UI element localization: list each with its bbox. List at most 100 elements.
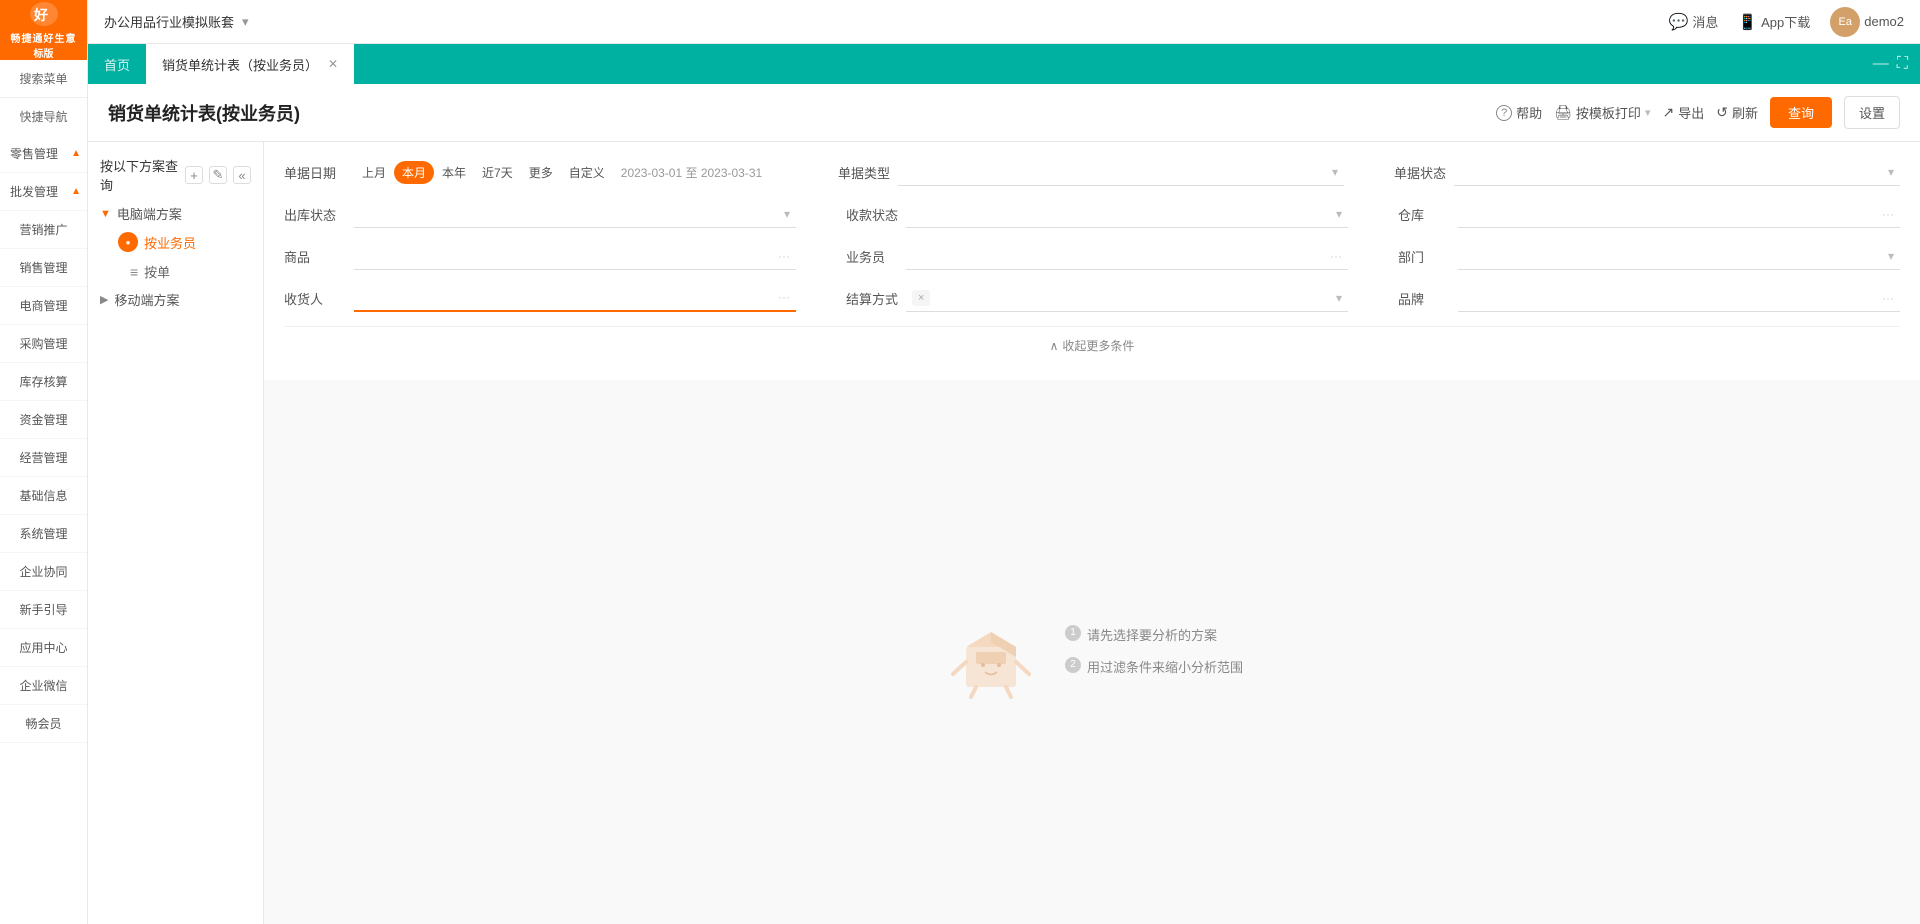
scheme-edit-btn[interactable]: ✎ (209, 166, 227, 184)
department-dropdown-icon[interactable]: ▾ (1888, 249, 1894, 263)
brand-field[interactable]: ··· (1458, 284, 1900, 312)
tab-minimize-icon[interactable]: — (1873, 55, 1889, 73)
sidebar-item-newbie[interactable]: 新手引导 (0, 591, 87, 629)
workspace-dropdown-icon[interactable]: ▾ (242, 14, 249, 30)
query-button[interactable]: 查询 (1770, 97, 1832, 128)
sidebar-item-business-label: 经营管理 (19, 451, 67, 465)
sidebar-item-newbie-label: 新手引导 (19, 603, 67, 617)
doc-type-dropdown-icon[interactable]: ▾ (1332, 165, 1338, 179)
scheme-folder-mobile[interactable]: ▶ 移动端方案 (88, 286, 263, 313)
doc-type-field[interactable]: ▾ (898, 158, 1344, 186)
scheme-sub-item-label: 按单 (144, 262, 170, 281)
print-dropdown-icon[interactable]: ▾ (1645, 106, 1651, 119)
user-action[interactable]: Ea demo2 (1830, 7, 1904, 37)
page-header-actions: ? 帮助 🖨 按模板打印 ▾ ↗ 导出 ↺ 刷新 查询 设置 (1496, 96, 1900, 141)
sidebar-item-wechat[interactable]: 企业微信 (0, 667, 87, 705)
sidebar-item-ecommerce-label: 电商管理 (19, 299, 67, 313)
main-content: 按以下方案查询 + ✎ « ▼ 电脑端方案 ● 按业务员 (88, 142, 1920, 924)
sidebar-item-marketing-label: 营销推广 (19, 223, 67, 237)
sidebar-item-member[interactable]: 畅会员 (0, 705, 87, 743)
sidebar-item-marketing[interactable]: 营销推广 (0, 211, 87, 249)
salesperson-field[interactable]: ··· (906, 242, 1348, 270)
sidebar-item-purchase[interactable]: 采购管理 (0, 325, 87, 363)
scheme-item-icon: ● (118, 232, 138, 252)
sidebar-item-sales[interactable]: 销售管理 (0, 249, 87, 287)
app-download-action[interactable]: 📱 App下载 (1738, 12, 1810, 31)
receiver-more-icon[interactable]: ··· (778, 290, 790, 304)
sidebar-item-member-label: 畅会员 (25, 717, 61, 731)
scheme-add-btn[interactable]: + (185, 166, 203, 184)
search-menu-btn[interactable]: 搜索菜单 (0, 60, 87, 98)
help-btn[interactable]: ? 帮助 (1496, 103, 1542, 122)
date-btn-this-year[interactable]: 本年 (434, 161, 474, 184)
tip-num-2: 2 (1065, 657, 1081, 673)
payment-status-dropdown-icon[interactable]: ▾ (1336, 207, 1342, 221)
avatar: Ea (1830, 7, 1860, 37)
date-btn-last-month[interactable]: 上月 (354, 161, 394, 184)
refresh-btn[interactable]: ↺ 刷新 (1716, 103, 1758, 122)
sidebar-item-wholesale[interactable]: 批发管理 ▲ (0, 173, 87, 211)
sidebar-item-inventory[interactable]: 库存核算 (0, 363, 87, 401)
tab-close-icon[interactable]: ✕ (328, 57, 338, 71)
salesperson-more-icon[interactable]: ··· (1330, 249, 1342, 263)
empty-tip-1: 1 请先选择要分析的方案 (1065, 623, 1243, 649)
scheme-item-by-salesperson[interactable]: ● 按业务员 (88, 227, 263, 257)
sidebar-item-retail[interactable]: 零售管理 ▲ (0, 135, 87, 173)
scheme-folder-mobile-label: 移动端方案 (114, 290, 179, 309)
department-field[interactable]: ▾ (1458, 242, 1900, 270)
date-btn-7days[interactable]: 近7天 (474, 161, 521, 184)
avatar-initials: Ea (1839, 16, 1852, 28)
sidebar-item-finance[interactable]: 资金管理 (0, 401, 87, 439)
print-btn[interactable]: 🖨 按模板打印 ▾ (1554, 103, 1650, 122)
sidebar-item-wholesale-label: 批发管理 (10, 183, 58, 200)
warehouse-field[interactable]: ··· (1458, 200, 1900, 228)
search-menu-label: 搜索菜单 (8, 70, 79, 87)
product-more-icon[interactable]: ··· (778, 249, 790, 263)
payment-status-field[interactable]: ▾ (906, 200, 1348, 228)
settlement-tag-close[interactable]: × (918, 292, 924, 304)
help-icon: ? (1496, 105, 1512, 121)
out-status-field[interactable]: ▾ (354, 200, 796, 228)
doc-status-dropdown-icon[interactable]: ▾ (1888, 165, 1894, 179)
date-btn-more[interactable]: 更多 (521, 161, 561, 184)
tab-sales-stats[interactable]: 销货单统计表（按业务员） ✕ (146, 44, 354, 84)
app-download-icon: 📱 (1738, 13, 1757, 31)
empty-tip-1-text: 请先选择要分析的方案 (1087, 623, 1217, 649)
out-status-dropdown-icon[interactable]: ▾ (784, 207, 790, 221)
product-field[interactable]: ··· (354, 242, 796, 270)
scheme-folder-pc[interactable]: ▼ 电脑端方案 (88, 200, 263, 227)
sidebar-item-basic[interactable]: 基础信息 (0, 477, 87, 515)
receiver-field[interactable]: ··· (354, 284, 796, 312)
quick-nav-btn[interactable]: 快捷导航 (0, 98, 87, 135)
scheme-folder-pc-label: 电脑端方案 (117, 204, 182, 223)
collapse-more-btn[interactable]: ∧ 收起更多条件 (284, 331, 1900, 360)
sidebar-item-retail-arrow: ▲ (71, 148, 81, 159)
settings-button[interactable]: 设置 (1844, 96, 1900, 129)
sidebar-item-collab[interactable]: 企业协同 (0, 553, 87, 591)
empty-illustration (941, 602, 1041, 702)
receiver-label: 收货人 (284, 289, 354, 308)
date-btn-custom[interactable]: 自定义 (561, 161, 613, 184)
brand-more-icon[interactable]: ··· (1882, 291, 1894, 305)
sidebar-item-appstore[interactable]: 应用中心 (0, 629, 87, 667)
doc-type-label: 单据类型 (838, 163, 898, 182)
date-label: 单据日期 (284, 163, 354, 182)
tab-home-label: 首页 (104, 55, 130, 74)
message-action[interactable]: 💬 消息 (1668, 12, 1718, 32)
export-btn[interactable]: ↗ 导出 (1662, 103, 1704, 122)
sidebar-item-finance-label: 资金管理 (19, 413, 67, 427)
out-status-label: 出库状态 (284, 205, 354, 224)
sidebar-item-system[interactable]: 系统管理 (0, 515, 87, 553)
date-btn-this-month[interactable]: 本月 (394, 161, 434, 184)
tab-maximize-icon[interactable]: ⛶ (1897, 55, 1908, 73)
settlement-dropdown-icon[interactable]: ▾ (1336, 291, 1342, 305)
scheme-sub-item-by-order[interactable]: ≡ 按单 (88, 257, 263, 286)
settlement-field[interactable]: × ▾ (906, 284, 1348, 312)
scheme-collapse-btn[interactable]: « (233, 166, 251, 184)
doc-status-field[interactable]: ▾ (1454, 158, 1900, 186)
sidebar-item-business[interactable]: 经营管理 (0, 439, 87, 477)
sidebar-item-ecommerce[interactable]: 电商管理 (0, 287, 87, 325)
tab-home[interactable]: 首页 (88, 44, 146, 84)
receiver-input[interactable] (360, 290, 778, 305)
warehouse-more-icon[interactable]: ··· (1882, 207, 1894, 221)
